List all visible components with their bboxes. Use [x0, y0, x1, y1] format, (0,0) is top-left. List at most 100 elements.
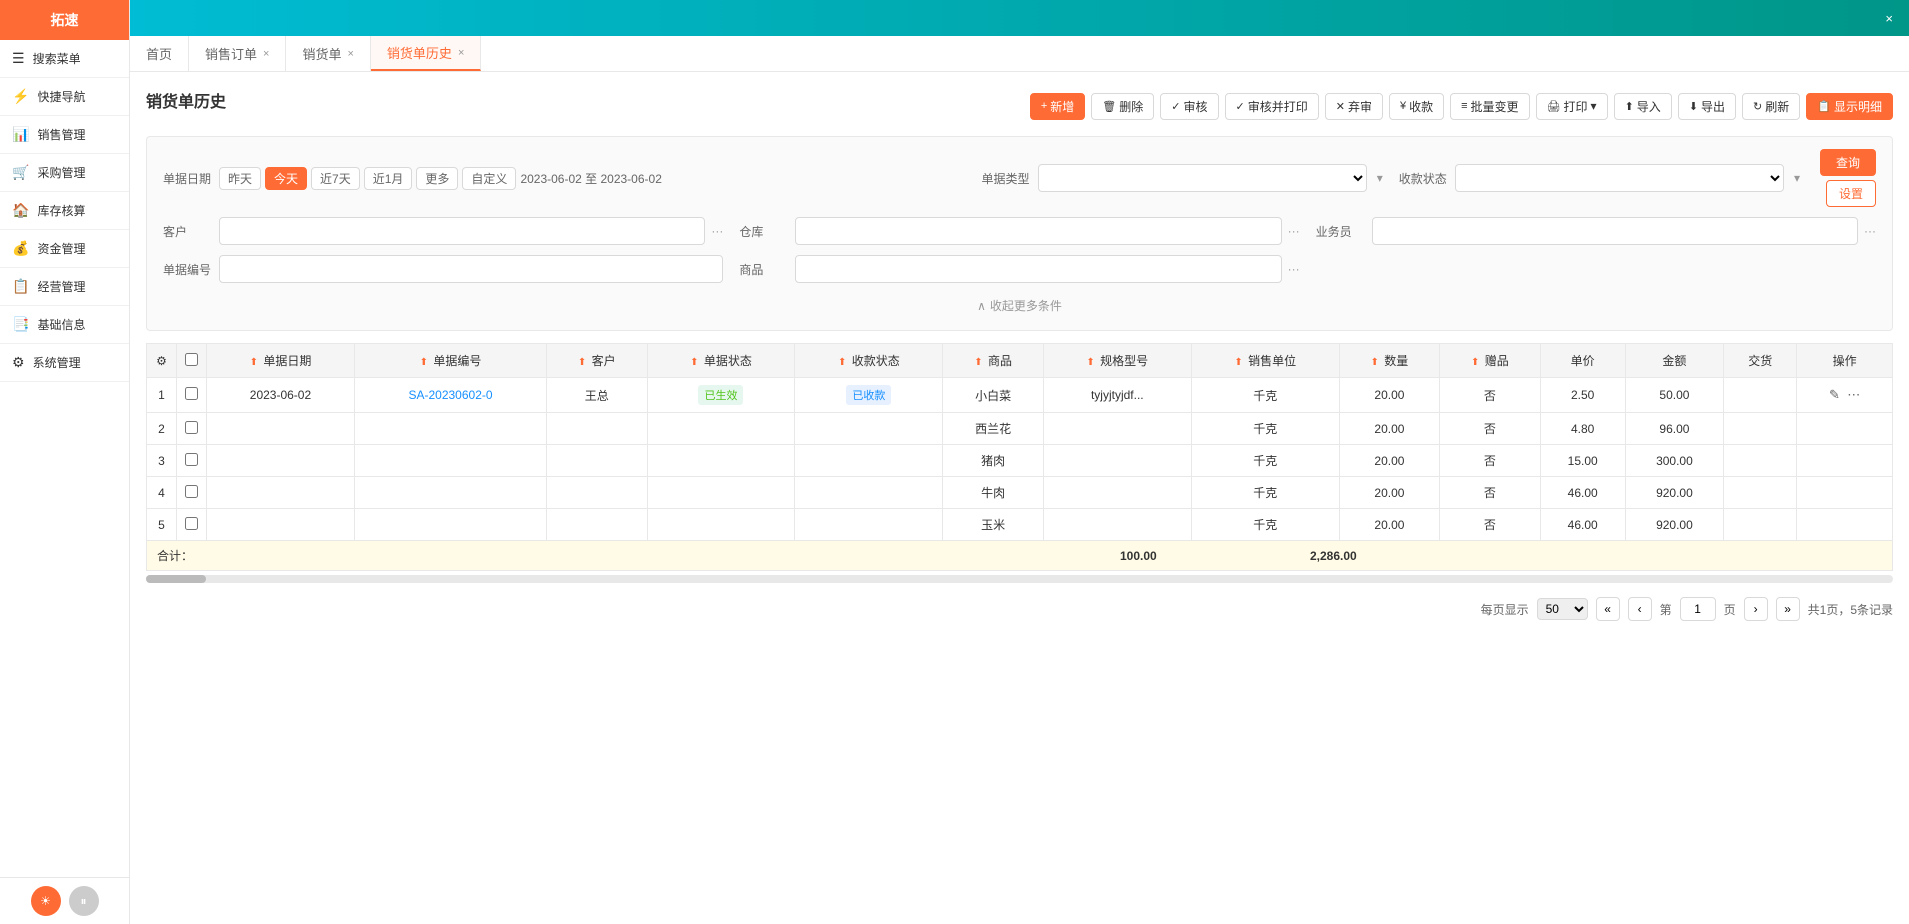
sidebar-item-quick-nav[interactable]: ⚡ 快捷导航 [0, 78, 129, 116]
date-btn-lastmonth[interactable]: 近1月 [364, 167, 413, 190]
prev-page-btn[interactable]: ‹ [1628, 597, 1652, 621]
filter-warehouse-dots[interactable]: ··· [1288, 224, 1300, 238]
cell-doc-status [647, 413, 795, 445]
page-number-input[interactable] [1680, 597, 1716, 621]
sidebar-item-search-menu[interactable]: ☰ 搜索菜单 [0, 40, 129, 78]
date-btn-custom[interactable]: 自定义 [462, 167, 516, 190]
col-goods[interactable]: ⬆ 商品 [943, 344, 1043, 378]
footer-label: 合计： [157, 547, 193, 564]
sidebar-item-finance-mgmt[interactable]: 💰 资金管理 [0, 230, 129, 268]
sidebar-item-purchase-mgmt[interactable]: 🛒 采购管理 [0, 154, 129, 192]
cell-checkbox[interactable] [177, 477, 207, 509]
sidebar-bottom-btn1[interactable]: ☀ [31, 886, 61, 916]
sidebar-bottom-btn2[interactable]: ⏸ [69, 886, 99, 916]
tab-home[interactable]: 首页 [130, 36, 189, 71]
next-page-btn[interactable]: › [1744, 597, 1768, 621]
last-page-btn[interactable]: » [1776, 597, 1800, 621]
doc-no-link[interactable]: SA-20230602-0 [408, 388, 492, 402]
show-detail-button[interactable]: 📋 显示明细 [1806, 93, 1893, 120]
abandon-button[interactable]: ✕ 弃审 [1325, 93, 1383, 120]
sidebar-item-sales-mgmt[interactable]: 📊 销售管理 [0, 116, 129, 154]
more-action-icon[interactable]: ⋯ [1847, 387, 1860, 402]
horizontal-scrollbar[interactable] [146, 575, 1893, 583]
filter-collect-status-select[interactable] [1455, 164, 1784, 192]
row-checkbox[interactable] [185, 453, 198, 466]
tab-sales-order[interactable]: 销售订单 × [189, 36, 286, 71]
sidebar-item-base-info[interactable]: 📑 基础信息 [0, 306, 129, 344]
cell-doc-no [354, 477, 546, 509]
add-button[interactable]: + 新增 [1030, 93, 1085, 120]
scrollbar-thumb[interactable] [146, 575, 206, 583]
collect-status-dropdown-icon[interactable]: ▾ [1794, 171, 1800, 185]
window-close-btn[interactable]: × [1885, 11, 1893, 26]
audit-print-button[interactable]: ✓ 审核并打印 [1225, 93, 1319, 120]
table-settings-icon[interactable]: ⚙ [156, 354, 167, 368]
filter-goods-dots[interactable]: ··· [1288, 262, 1300, 276]
sidebar-item-sys-mgmt[interactable]: ⚙ 系统管理 [0, 344, 129, 382]
import-icon: ⬆ [1625, 100, 1634, 113]
tab-sales-order-close[interactable]: × [263, 48, 269, 60]
sidebar-item-business-mgmt[interactable]: 📋 经营管理 [0, 268, 129, 306]
filter-salesperson-input[interactable] [1372, 217, 1858, 245]
col-doc-status[interactable]: ⬆ 单据状态 [647, 344, 795, 378]
col-spec[interactable]: ⬆ 规格型号 [1043, 344, 1191, 378]
filter-warehouse-input[interactable] [795, 217, 1281, 245]
tab-sales-history-close[interactable]: × [458, 47, 464, 59]
cell-checkbox[interactable] [177, 413, 207, 445]
date-btn-last7days[interactable]: 近7天 [311, 167, 360, 190]
filter-customer-dots[interactable]: ··· [711, 224, 723, 238]
doc-type-dropdown-icon[interactable]: ▾ [1377, 171, 1383, 185]
tab-sales-history[interactable]: 销货单历史 × [371, 36, 481, 71]
date-btn-more[interactable]: 更多 [416, 167, 458, 190]
collect-icon: ¥ [1400, 100, 1406, 112]
filter-salesperson-dots[interactable]: ··· [1864, 224, 1876, 238]
col-gift[interactable]: ⬆ 赠品 [1440, 344, 1540, 378]
select-all-checkbox[interactable] [185, 353, 198, 366]
col-doc-no[interactable]: ⬆ 单据编号 [354, 344, 546, 378]
filter-goods-input[interactable] [795, 255, 1281, 283]
row-checkbox[interactable] [185, 387, 198, 400]
cell-doc-no[interactable]: SA-20230602-0 [354, 378, 546, 413]
setting-button[interactable]: 设置 [1826, 180, 1876, 207]
row-checkbox[interactable] [185, 517, 198, 530]
col-unit[interactable]: ⬆ 销售单位 [1191, 344, 1339, 378]
cell-amount: 920.00 [1625, 477, 1723, 509]
per-page-select[interactable]: 50 100 200 [1537, 598, 1588, 620]
first-page-btn[interactable]: « [1596, 597, 1620, 621]
cell-checkbox[interactable] [177, 378, 207, 413]
audit-button[interactable]: ✓ 审核 [1160, 93, 1218, 120]
col-customer[interactable]: ⬆ 客户 [547, 344, 647, 378]
export-button[interactable]: ⬇ 导出 [1678, 93, 1736, 120]
edit-action-icon[interactable]: ✎ [1829, 387, 1840, 402]
cell-action[interactable]: ✎ ⋯ [1797, 378, 1893, 413]
collapse-button[interactable]: ∧ 收起更多条件 [973, 293, 1066, 318]
print-button[interactable]: 🖨 打印 ▾ [1536, 93, 1608, 120]
cell-rownum: 5 [147, 509, 177, 541]
filter-customer-input[interactable] [219, 217, 705, 245]
cell-customer [547, 445, 647, 477]
batch-change-button[interactable]: ≡ 批量变更 [1450, 93, 1529, 120]
col-qty[interactable]: ⬆ 数量 [1339, 344, 1439, 378]
delete-button[interactable]: 🗑 删除 [1091, 93, 1154, 120]
cell-checkbox[interactable] [177, 445, 207, 477]
refresh-button[interactable]: ↻ 刷新 [1742, 93, 1800, 120]
filter-collapse-row: ∧ 收起更多条件 [163, 293, 1876, 318]
row-checkbox[interactable] [185, 485, 198, 498]
tab-sales-goods[interactable]: 销货单 × [286, 36, 370, 71]
tab-sales-goods-close[interactable]: × [347, 48, 353, 60]
filter-doc-type-select[interactable] [1038, 164, 1367, 192]
sidebar-item-inventory-calc[interactable]: 🏠 库存核算 [0, 192, 129, 230]
filter-docno-input[interactable] [219, 255, 723, 283]
col-doc-date[interactable]: ⬆ 单据日期 [207, 344, 355, 378]
query-button[interactable]: 查询 [1820, 149, 1876, 176]
date-btn-today[interactable]: 今天 [265, 167, 307, 190]
col-collect-status[interactable]: ⬆ 收款状态 [795, 344, 943, 378]
sidebar-item-label: 资金管理 [37, 240, 85, 257]
row-checkbox[interactable] [185, 421, 198, 434]
table-row: 3猪肉千克20.00否15.00300.00 [147, 445, 1893, 477]
date-btn-yesterday[interactable]: 昨天 [219, 167, 261, 190]
collect-button[interactable]: ¥ 收款 [1389, 93, 1444, 120]
cell-checkbox[interactable] [177, 509, 207, 541]
col-settings[interactable]: ⚙ [147, 344, 177, 378]
import-button[interactable]: ⬆ 导入 [1614, 93, 1672, 120]
